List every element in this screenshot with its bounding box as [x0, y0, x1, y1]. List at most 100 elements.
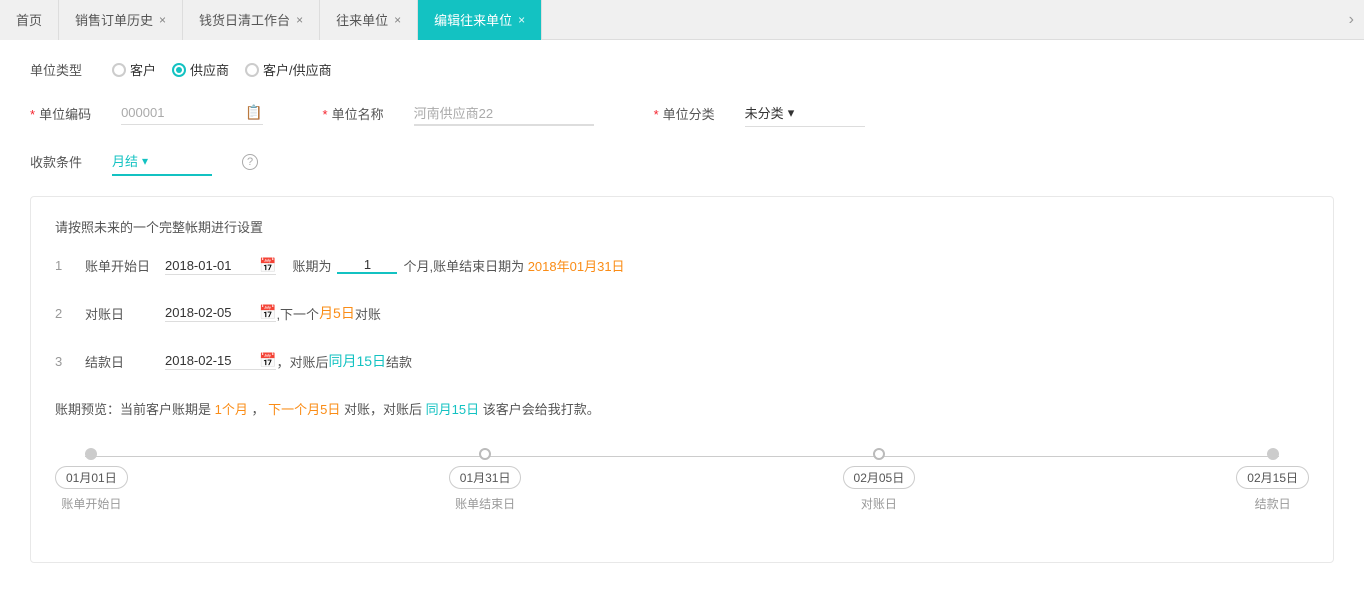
- content-area: 单位类型 客户 供应商 客户/供应商 *单位编码 📋 *单位名称: [0, 40, 1364, 608]
- unit-name-label: *单位名称: [323, 104, 384, 123]
- preview-part1: 1个月: [215, 402, 248, 417]
- unit-name-input[interactable]: [414, 101, 594, 125]
- payment-value: 月结: [112, 147, 138, 174]
- tab-cash-work-close[interactable]: ×: [296, 13, 303, 27]
- tab-home[interactable]: 首页: [0, 0, 59, 40]
- row2-note-suffix: 对账: [355, 304, 381, 323]
- row-label-3: 结款日: [85, 352, 165, 371]
- row-num-1: 1: [55, 258, 85, 273]
- unit-category-star: *: [654, 107, 659, 122]
- tab-edit-partner-close[interactable]: ×: [518, 13, 525, 27]
- tl-label-3: 结款日: [1255, 495, 1291, 512]
- unit-name-star: *: [323, 107, 328, 122]
- period-suffix-text: 个月,账单结束日期为: [403, 259, 524, 274]
- tab-partner-close[interactable]: ×: [394, 13, 401, 27]
- tab-nav-arrow[interactable]: ›: [1339, 11, 1364, 29]
- date-wrap-2: 📅: [165, 304, 276, 322]
- radio-customer-label: 客户: [130, 60, 156, 79]
- date-input-1[interactable]: [165, 258, 255, 273]
- radio-group: 客户 供应商 客户/供应商: [112, 60, 332, 79]
- tl-dot-2: [873, 448, 885, 460]
- date-input-3[interactable]: [165, 353, 255, 368]
- period-input[interactable]: [337, 257, 397, 274]
- unit-code-input[interactable]: [121, 101, 241, 124]
- settings-panel: 请按照未来的一个完整帐期进行设置 1 账单开始日 📅 账期为 个月,账单结束日期…: [30, 196, 1334, 563]
- unit-type-label: 单位类型: [30, 60, 82, 79]
- period-prefix: 账期为: [292, 256, 331, 275]
- code-name-category-row: *单位编码 📋 *单位名称 *单位分类 未分类 ▾: [30, 99, 1334, 127]
- tl-node-2: 02月05日 对账日: [843, 448, 916, 512]
- row2-note-prefix: ,下一个: [276, 304, 319, 323]
- row3-note-suffix: 结款: [386, 352, 412, 371]
- unit-category-select[interactable]: 未分类 ▾: [745, 99, 865, 127]
- payment-select[interactable]: 月结 ▾: [112, 147, 212, 176]
- preview-part3: 同月15日: [426, 402, 479, 417]
- preview-mid2: 对账，对账后: [344, 402, 422, 417]
- preview-text: 账期预览：当前客户账期是 1个月 ， 下一个月5日 对账，对账后 同月15日 该…: [55, 399, 1309, 418]
- tab-cash-work-label: 钱货日清工作台: [199, 10, 290, 29]
- row-label-2: 对账日: [85, 304, 165, 323]
- date-wrap-3: 📅: [165, 352, 276, 370]
- row3-note-highlight: 同月15日: [328, 351, 386, 371]
- tl-dot-0: [85, 448, 97, 460]
- tab-edit-partner-label: 编辑往来单位: [434, 10, 512, 29]
- radio-customer[interactable]: 客户: [112, 60, 156, 79]
- calendar-icon-2[interactable]: 📅: [259, 304, 276, 321]
- row-num-3: 3: [55, 354, 85, 369]
- radio-customer-circle: [112, 63, 126, 77]
- preview-suffix: 该客户会给我打款。: [483, 402, 600, 417]
- setting-row-1: 1 账单开始日 📅 账期为 个月,账单结束日期为 2018年01月31日: [55, 256, 1309, 275]
- preview-prefix: 账期预览：当前客户账期是: [55, 402, 211, 417]
- tl-date-0: 01月01日: [55, 466, 128, 489]
- tab-partner[interactable]: 往来单位 ×: [320, 0, 418, 40]
- tab-partner-label: 往来单位: [336, 10, 388, 29]
- radio-supplier[interactable]: 供应商: [172, 60, 229, 79]
- tab-sales-history[interactable]: 销售订单历史 ×: [59, 0, 183, 40]
- unit-code-star: *: [30, 107, 35, 122]
- unit-code-label: *单位编码: [30, 104, 91, 123]
- radio-supplier-circle: [172, 63, 186, 77]
- payment-arrow: ▾: [142, 154, 148, 168]
- radio-both-circle: [245, 63, 259, 77]
- date-input-2[interactable]: [165, 305, 255, 320]
- tab-sales-history-close[interactable]: ×: [159, 13, 166, 27]
- radio-both[interactable]: 客户/供应商: [245, 60, 332, 79]
- calendar-icon-3[interactable]: 📅: [259, 352, 276, 369]
- calendar-icon-1[interactable]: 📅: [259, 257, 276, 274]
- date-wrap-1: 📅: [165, 257, 276, 275]
- tl-date-1: 01月31日: [449, 466, 522, 489]
- unit-name-input-wrap: [414, 101, 594, 126]
- row2-note-highlight: 月5日: [319, 303, 355, 323]
- row-num-2: 2: [55, 306, 85, 321]
- tl-node-0: 01月01日 账单开始日: [55, 448, 128, 512]
- payment-label: 收款条件: [30, 152, 82, 171]
- end-date-highlight: 2018年01月31日: [528, 259, 625, 274]
- period-suffix: 个月,账单结束日期为 2018年01月31日: [403, 256, 624, 275]
- row3-note-prefix: ，对账后: [276, 352, 328, 371]
- tl-dot-1: [479, 448, 491, 460]
- panel-instruction: 请按照未来的一个完整帐期进行设置: [55, 217, 1309, 236]
- setting-row-2: 2 对账日 📅 ,下一个 月5日 对账: [55, 303, 1309, 323]
- tabs-bar: 首页 销售订单历史 × 钱货日清工作台 × 往来单位 × 编辑往来单位 × ›: [0, 0, 1364, 40]
- tl-label-2: 对账日: [861, 495, 897, 512]
- tab-edit-partner[interactable]: 编辑往来单位 ×: [418, 0, 542, 40]
- radio-both-label: 客户/供应商: [263, 60, 332, 79]
- preview-part2: 下一个月5日: [268, 402, 340, 417]
- tab-cash-work[interactable]: 钱货日清工作台 ×: [183, 0, 320, 40]
- tl-label-1: 账单结束日: [455, 495, 515, 512]
- unit-category-label: *单位分类: [654, 104, 715, 123]
- tl-dot-3: [1267, 448, 1279, 460]
- tl-label-0: 账单开始日: [61, 495, 121, 512]
- unit-type-row: 单位类型 客户 供应商 客户/供应商: [30, 60, 1334, 79]
- tl-node-3: 02月15日 结款日: [1236, 448, 1309, 512]
- preview-mid1: ，: [252, 402, 265, 417]
- timeline-nodes: 01月01日 账单开始日 01月31日 账单结束日 02月05日 对账日 02月…: [55, 448, 1309, 512]
- radio-supplier-label: 供应商: [190, 60, 229, 79]
- payment-help-icon[interactable]: ?: [242, 154, 258, 170]
- unit-code-input-wrap: 📋: [121, 101, 262, 125]
- tab-home-label: 首页: [16, 10, 42, 29]
- unit-category-arrow: ▾: [788, 101, 795, 125]
- unit-code-calendar-icon[interactable]: 📋: [245, 104, 262, 121]
- tab-sales-history-label: 销售订单历史: [75, 10, 153, 29]
- unit-category-value: 未分类: [745, 99, 784, 126]
